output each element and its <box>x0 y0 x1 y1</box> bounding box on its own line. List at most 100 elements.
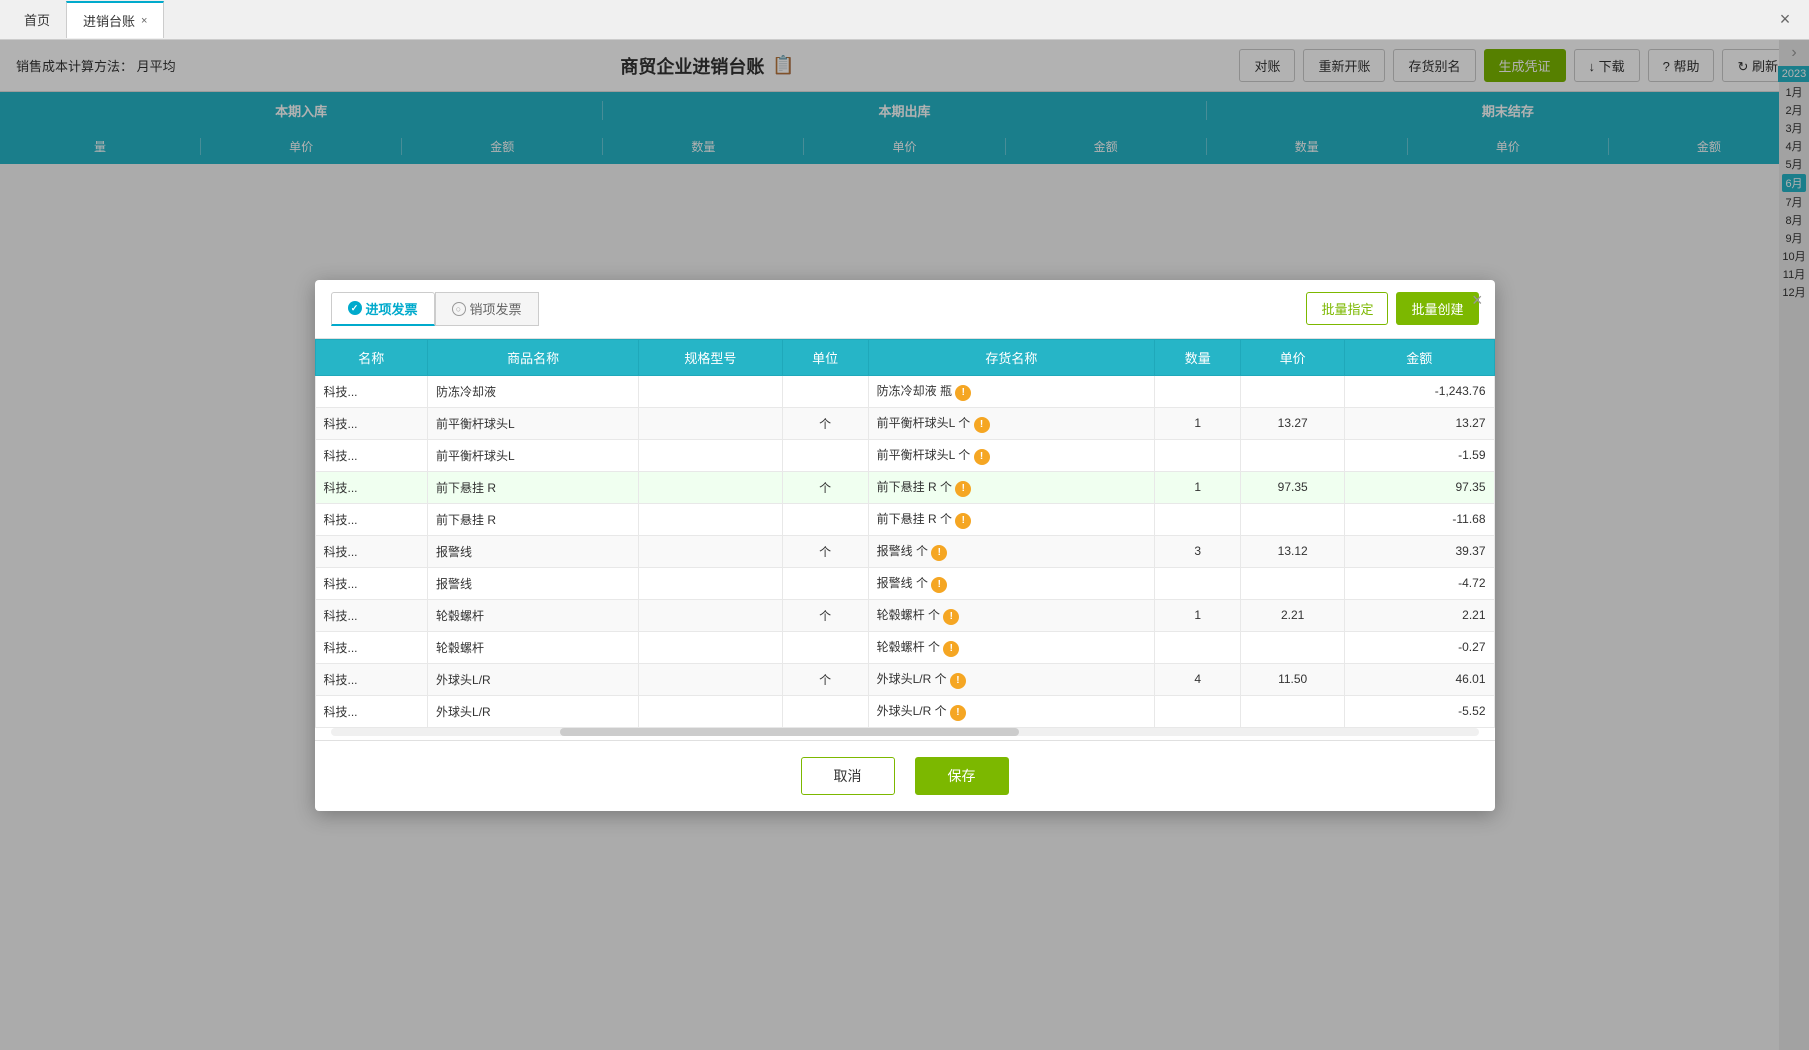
modal-table-wrap: 名称 商品名称 规格型号 单位 存货名称 数量 单价 金额 科技... 防冻冷却… <box>315 339 1495 728</box>
th-unit: 单位 <box>782 339 868 375</box>
cell-spec <box>639 567 782 599</box>
batch-create-button[interactable]: 批量创建 <box>1396 292 1478 325</box>
cell-price <box>1241 695 1345 727</box>
cell-price <box>1241 503 1345 535</box>
cell-qty <box>1155 439 1241 471</box>
cell-qty <box>1155 375 1241 407</box>
modal-close-button[interactable]: × <box>1472 290 1483 311</box>
table-row: 科技... 防冻冷却液 防冻冷却液 瓶 ! -1,243.76 <box>315 375 1494 407</box>
cell-stock: 外球头L/R 个 ! <box>868 663 1155 695</box>
modal-dialog: ✓ 进项发票 ○ 销项发票 批量指定 批量创建 × <box>315 280 1495 811</box>
cell-qty <box>1155 567 1241 599</box>
th-price: 单价 <box>1241 339 1345 375</box>
cell-price <box>1241 567 1345 599</box>
cell-qty: 1 <box>1155 599 1241 631</box>
cell-spec <box>639 663 782 695</box>
cell-qty <box>1155 503 1241 535</box>
batch-assign-button[interactable]: 批量指定 <box>1306 292 1388 325</box>
cell-name: 科技... <box>315 471 428 503</box>
warning-icon: ! <box>974 449 990 465</box>
cell-stock: 轮毂螺杆 个 ! <box>868 599 1155 631</box>
cell-amount: -11.68 <box>1345 503 1494 535</box>
th-amount: 金额 <box>1345 339 1494 375</box>
cell-qty: 4 <box>1155 663 1241 695</box>
cell-name: 科技... <box>315 567 428 599</box>
invoice-table: 名称 商品名称 规格型号 单位 存货名称 数量 单价 金额 科技... 防冻冷却… <box>315 339 1495 728</box>
cell-product: 报警线 <box>428 567 639 599</box>
cell-product: 防冻冷却液 <box>428 375 639 407</box>
modal-scrollbar[interactable] <box>331 728 1479 736</box>
cell-price: 11.50 <box>1241 663 1345 695</box>
cell-qty <box>1155 695 1241 727</box>
tab-home[interactable]: 首页 <box>8 2 66 37</box>
cell-unit: 个 <box>782 599 868 631</box>
cell-name: 科技... <box>315 663 428 695</box>
th-spec: 规格型号 <box>639 339 782 375</box>
modal-header-actions: 批量指定 批量创建 <box>1306 292 1478 325</box>
tab-inbound-invoice[interactable]: ✓ 进项发票 <box>331 292 435 326</box>
cell-spec <box>639 471 782 503</box>
cell-amount: -1.59 <box>1345 439 1494 471</box>
cell-stock: 外球头L/R 个 ! <box>868 695 1155 727</box>
cell-product: 轮毂螺杆 <box>428 631 639 663</box>
cell-spec <box>639 503 782 535</box>
cell-unit <box>782 567 868 599</box>
modal-scrollbar-thumb <box>560 728 1019 736</box>
cell-qty: 3 <box>1155 535 1241 567</box>
cell-unit <box>782 439 868 471</box>
cell-unit: 个 <box>782 407 868 439</box>
th-name: 名称 <box>315 339 428 375</box>
cell-stock: 报警线 个 ! <box>868 567 1155 599</box>
cell-product: 外球头L/R <box>428 663 639 695</box>
cell-price <box>1241 439 1345 471</box>
window-close-button[interactable]: × <box>1769 4 1801 36</box>
main-area: 销售成本计算方法： 月平均 商贸企业进销台账 📋 对账 重新开账 存货别名 生成… <box>0 40 1809 1050</box>
cell-name: 科技... <box>315 503 428 535</box>
cell-price: 97.35 <box>1241 471 1345 503</box>
save-button[interactable]: 保存 <box>915 757 1009 795</box>
cell-name: 科技... <box>315 631 428 663</box>
tab-close-icon[interactable]: × <box>141 15 147 27</box>
warning-icon: ! <box>955 385 971 401</box>
cell-spec <box>639 631 782 663</box>
cell-name: 科技... <box>315 407 428 439</box>
table-row: 科技... 轮毂螺杆 个 轮毂螺杆 个 ! 1 2.21 2.21 <box>315 599 1494 631</box>
cell-name: 科技... <box>315 535 428 567</box>
cell-price <box>1241 631 1345 663</box>
warning-icon: ! <box>931 545 947 561</box>
table-row: 科技... 前平衡杆球头L 前平衡杆球头L 个 ! -1.59 <box>315 439 1494 471</box>
cell-amount: 2.21 <box>1345 599 1494 631</box>
table-row: 科技... 报警线 个 报警线 个 ! 3 13.12 39.37 <box>315 535 1494 567</box>
cell-product: 外球头L/R <box>428 695 639 727</box>
cell-price <box>1241 375 1345 407</box>
cell-qty: 1 <box>1155 407 1241 439</box>
cell-stock: 前平衡杆球头L 个 ! <box>868 407 1155 439</box>
cell-amount: 13.27 <box>1345 407 1494 439</box>
cell-spec <box>639 695 782 727</box>
tab-active[interactable]: 进销台账 × <box>66 1 164 38</box>
warning-icon: ! <box>974 417 990 433</box>
table-row: 科技... 外球头L/R 个 外球头L/R 个 ! 4 11.50 46.01 <box>315 663 1494 695</box>
cell-qty <box>1155 631 1241 663</box>
cell-unit <box>782 631 868 663</box>
cell-product: 报警线 <box>428 535 639 567</box>
top-bar: 首页 进销台账 × × <box>0 0 1809 40</box>
cell-spec <box>639 535 782 567</box>
tab-active-label: 进销台账 <box>83 11 135 30</box>
cell-name: 科技... <box>315 695 428 727</box>
modal-backdrop: ✓ 进项发票 ○ 销项发票 批量指定 批量创建 × <box>0 40 1809 1050</box>
outbound-tab-icon: ○ <box>452 302 466 316</box>
cell-unit <box>782 503 868 535</box>
cell-stock: 前下悬挂 R 个 ! <box>868 503 1155 535</box>
th-qty: 数量 <box>1155 339 1241 375</box>
tab-outbound-invoice[interactable]: ○ 销项发票 <box>435 292 539 326</box>
cell-name: 科技... <box>315 375 428 407</box>
cancel-button[interactable]: 取消 <box>801 757 895 795</box>
warning-icon: ! <box>943 641 959 657</box>
table-row: 科技... 前下悬挂 R 个 前下悬挂 R 个 ! 1 97.35 97.35 <box>315 471 1494 503</box>
table-row: 科技... 外球头L/R 外球头L/R 个 ! -5.52 <box>315 695 1494 727</box>
modal-footer: 取消 保存 <box>315 740 1495 811</box>
cell-spec <box>639 407 782 439</box>
table-row: 科技... 前下悬挂 R 前下悬挂 R 个 ! -11.68 <box>315 503 1494 535</box>
cell-price: 13.12 <box>1241 535 1345 567</box>
